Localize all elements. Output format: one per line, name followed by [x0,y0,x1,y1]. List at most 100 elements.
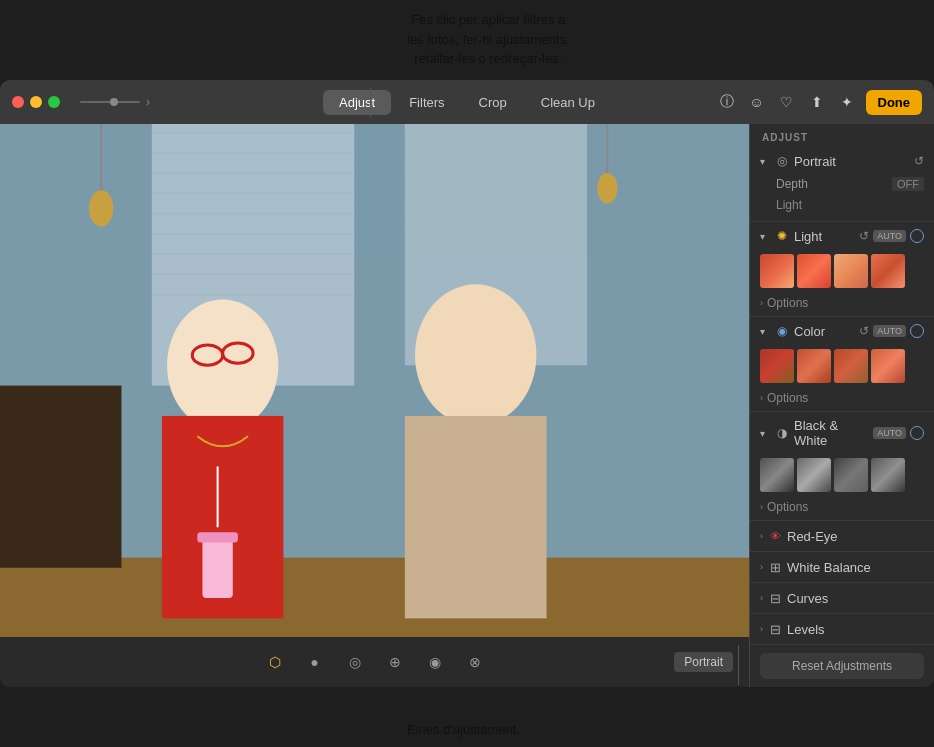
section-header-color[interactable]: ▾ ◉ Color ↺ AUTO [750,317,934,345]
section-header-portrait[interactable]: ▾ ◎ Portrait ↺ [750,147,934,175]
light-thumb-4[interactable] [871,254,905,288]
chevron-light: ▾ [760,231,770,242]
options-label-color: Options [767,391,808,405]
bw-toggle[interactable] [910,426,924,440]
reset-adjustments-button[interactable]: Reset Adjustments [760,653,924,679]
section-light: ▾ ✺ Light ↺ AUTO › [750,222,934,317]
light-options-row[interactable]: › Options [750,294,934,316]
done-button[interactable]: Done [866,90,923,115]
section-white-balance[interactable]: › ⊞ White Balance [750,552,934,583]
annotation-line-top [370,88,371,118]
info-icon[interactable]: ⓘ [716,91,738,113]
portrait-undo[interactable]: ↺ [914,154,924,168]
light-thumb-1[interactable] [760,254,794,288]
svg-rect-32 [0,386,121,568]
bw-auto[interactable]: AUTO [873,427,906,439]
tab-crop[interactable]: Crop [463,90,523,115]
bottom-icon-2[interactable]: ◎ [343,650,367,674]
color-thumb-1[interactable] [760,349,794,383]
close-button[interactable] [12,96,24,108]
portrait-options: Depth OFF Light [750,175,934,221]
more-icon[interactable]: ✦ [836,91,858,113]
depth-value: OFF [892,177,924,191]
maximize-button[interactable] [48,96,60,108]
traffic-lights [12,96,60,108]
color-thumb-3[interactable] [834,349,868,383]
section-header-light[interactable]: ▾ ✺ Light ↺ AUTO [750,222,934,250]
tab-cleanup[interactable]: Clean Up [525,90,611,115]
bottom-icon-4[interactable]: ◉ [423,650,447,674]
tab-bar: Adjust Filters Crop Clean Up [323,90,611,115]
tab-filters[interactable]: Filters [393,90,460,115]
white-balance-label: White Balance [787,560,924,575]
photo-area: ⬡ ● ◎ ⊕ ◉ ⊗ Portrait [0,124,749,687]
bw-options-row[interactable]: › Options [750,498,934,520]
bw-thumb-2[interactable] [797,458,831,492]
section-red-eye[interactable]: › 👁 Red-Eye [750,521,934,552]
color-auto[interactable]: AUTO [873,325,906,337]
share-icon[interactable]: ⬆ [806,91,828,113]
light-icon: ✺ [774,228,790,244]
depth-label: Depth [760,177,892,191]
bottom-icon-0[interactable]: ⬡ [263,650,287,674]
color-thumbs [750,345,934,389]
light-undo[interactable]: ↺ [859,229,869,243]
light-thumb-2[interactable] [797,254,831,288]
svg-rect-28 [197,532,237,542]
levels-label: Levels [787,622,924,637]
bottom-icon-5[interactable]: ⊗ [463,650,487,674]
chevron-color: ▾ [760,326,770,337]
heart-icon[interactable]: ♡ [776,91,798,113]
face-icon[interactable]: ☺ [746,91,768,113]
section-levels[interactable]: › ⊟ Levels [750,614,934,645]
section-header-bw[interactable]: ▾ ◑ Black & White AUTO [750,412,934,454]
color-thumb-2[interactable] [797,349,831,383]
toolbar-right: ⓘ ☺ ♡ ⬆ ✦ Done [716,90,923,115]
photo-svg [0,124,749,637]
bw-thumb-1[interactable] [760,458,794,492]
bw-thumb-3[interactable] [834,458,868,492]
color-toggle[interactable] [910,324,924,338]
titlebar: › Adjust Filters Crop Clean Up ⓘ ☺ ♡ ⬆ ✦… [0,80,934,124]
bw-thumb-4[interactable] [871,458,905,492]
svg-rect-27 [202,537,232,598]
zoom-arrow: › [146,95,150,109]
color-label: Color [794,324,855,339]
color-options-row[interactable]: › Options [750,389,934,411]
options-label-bw: Options [767,500,808,514]
zoom-slider[interactable]: › [80,95,150,109]
color-thumb-4[interactable] [871,349,905,383]
curves-icon: ⊟ [767,590,783,606]
svg-rect-31 [405,416,547,618]
color-undo[interactable]: ↺ [859,324,869,338]
photo-container [0,124,749,637]
depth-row: Depth OFF [760,177,924,191]
photo-bottom-bar: ⬡ ● ◎ ⊕ ◉ ⊗ Portrait [0,637,749,687]
light-thumbs [750,250,934,294]
adjust-panel: ADJUST ▾ ◎ Portrait ↺ Depth OFF [749,124,934,687]
light-label: Light [794,229,855,244]
light-toggle[interactable] [910,229,924,243]
svg-point-23 [597,173,617,203]
bw-icon: ◑ [774,425,790,441]
photo-image [0,124,749,637]
minimize-button[interactable] [30,96,42,108]
red-eye-icon: 👁 [767,528,783,544]
chevron-portrait: ▾ [760,156,770,167]
options-chevron-color: › [760,393,763,403]
light-thumb-3[interactable] [834,254,868,288]
section-portrait: ▾ ◎ Portrait ↺ Depth OFF Light [750,147,934,222]
app-window: › Adjust Filters Crop Clean Up ⓘ ☺ ♡ ⬆ ✦… [0,80,934,687]
svg-point-21 [89,190,113,226]
section-bw: ▾ ◑ Black & White AUTO › Option [750,412,934,521]
bottom-icon-1[interactable]: ● [303,650,327,674]
section-curves[interactable]: › ⊟ Curves [750,583,934,614]
adjust-scroll[interactable]: ▾ ◎ Portrait ↺ Depth OFF Light [750,147,934,645]
bottom-icon-3[interactable]: ⊕ [383,650,407,674]
options-chevron-light: › [760,298,763,308]
tab-adjust[interactable]: Adjust [323,90,391,115]
adjust-panel-header: ADJUST [750,124,934,147]
light-auto[interactable]: AUTO [873,230,906,242]
options-label-light: Options [767,296,808,310]
portrait-icon: ◎ [774,153,790,169]
